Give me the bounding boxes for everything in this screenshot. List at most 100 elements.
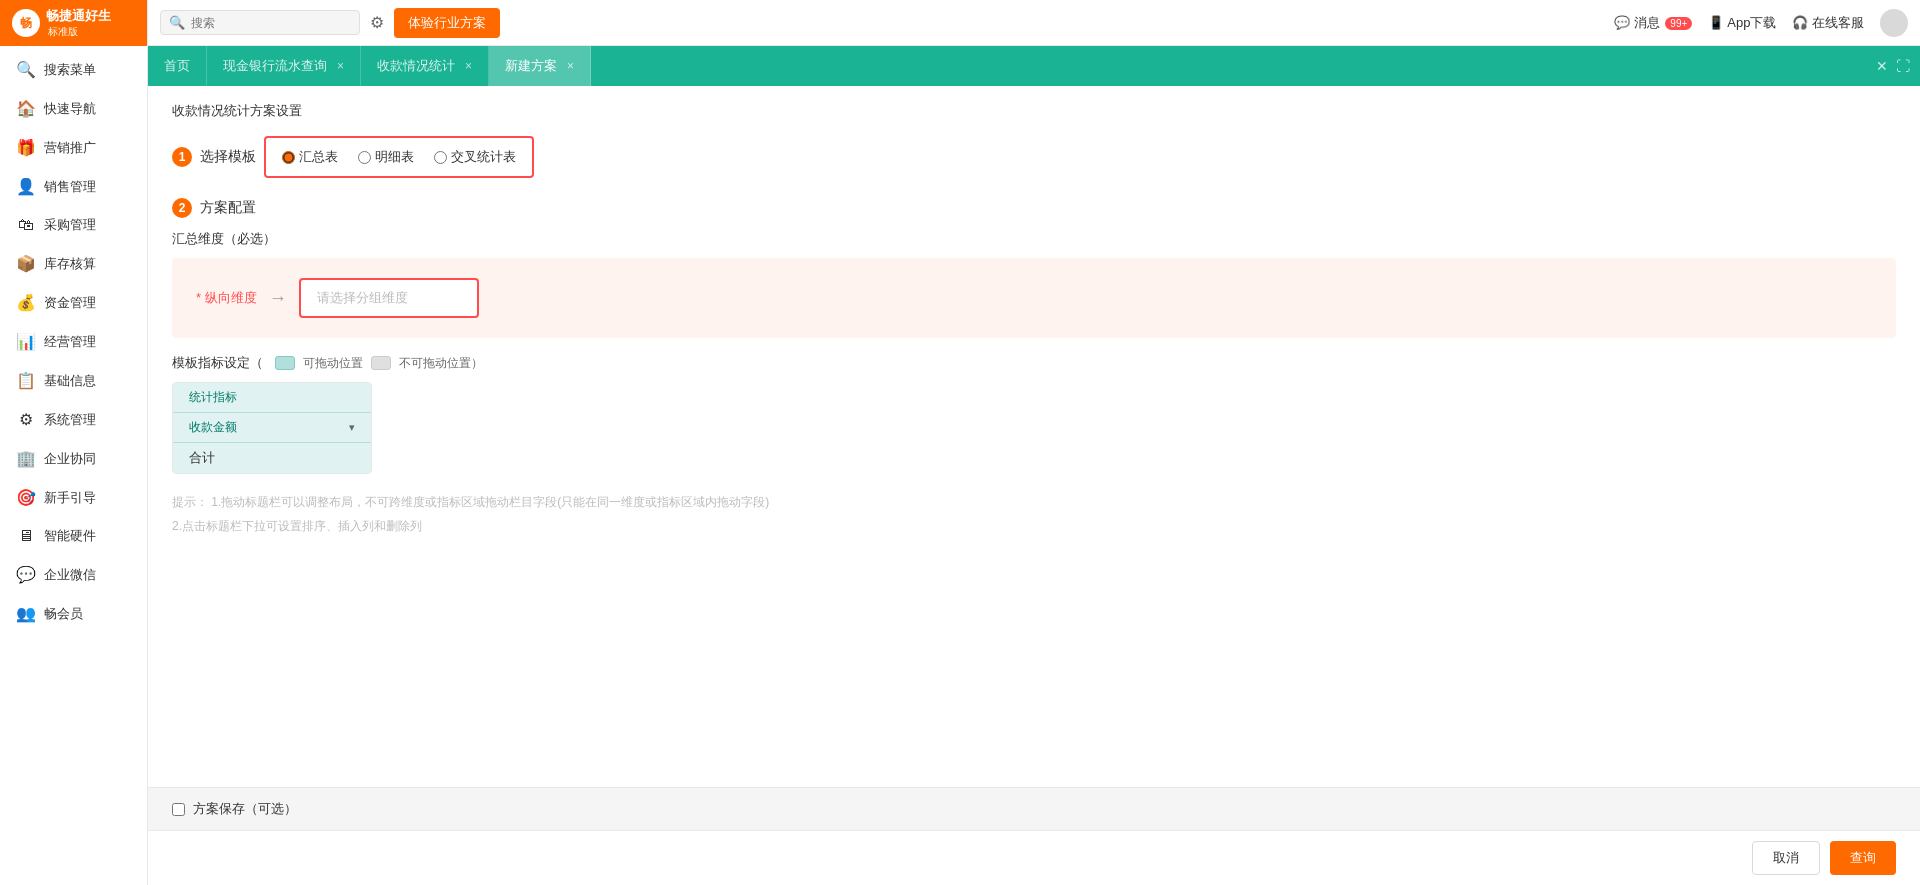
radio-detail[interactable]: 明细表 (358, 148, 414, 166)
sidebar-item-enterprise-wechat[interactable]: 💬 企业微信 (0, 555, 147, 594)
sales-label: 销售管理 (44, 178, 96, 196)
operations-icon: 📊 (16, 332, 36, 351)
logo-icon: 畅 (12, 9, 40, 37)
tab-label-home: 首页 (164, 57, 190, 75)
tab-bank-flow[interactable]: 现金银行流水查询 × (207, 46, 361, 86)
sidebar-item-smart-hardware[interactable]: 🖥 智能硬件 (0, 517, 147, 555)
cancel-button[interactable]: 取消 (1752, 841, 1820, 875)
support-area[interactable]: 🎧 在线客服 (1792, 14, 1864, 32)
sidebar-item-purchase[interactable]: 🛍采购管理 (0, 206, 147, 244)
quick-nav-label: 快速导航 (44, 100, 96, 118)
radio-summary[interactable]: 汇总表 (282, 148, 338, 166)
non-draggable-legend-label: 不可拖动位置） (399, 355, 483, 372)
sidebar-nav: 🔍搜索菜单🏠快速导航🎁营销推广👤销售管理🛍采购管理📦库存核算💰资金管理📊经营管理… (0, 46, 147, 885)
tab-label-receipt-stats: 收款情况统计 (377, 57, 455, 75)
enterprise-collab-label: 企业协同 (44, 450, 96, 468)
purchase-label: 采购管理 (44, 216, 96, 234)
tab-close-new-plan[interactable]: × (567, 59, 574, 73)
sidebar-item-enterprise-collab[interactable]: 🏢企业协同 (0, 439, 147, 478)
notification-label: 消息 (1634, 15, 1660, 30)
notification-icon: 💬 (1614, 15, 1630, 30)
tab-close-receipt-stats[interactable]: × (465, 59, 472, 73)
indicator-dropdown-icon[interactable]: ▾ (349, 421, 355, 434)
radio-summary-input[interactable] (282, 151, 295, 164)
member-label: 畅会员 (44, 605, 83, 623)
notification-badge: 99+ (1665, 17, 1692, 30)
gear-icon[interactable]: ⚙ (370, 13, 384, 32)
radio-cross[interactable]: 交叉统计表 (434, 148, 516, 166)
close-window-icon[interactable]: ✕ (1876, 58, 1888, 74)
sidebar-item-marketing[interactable]: 🎁营销推广 (0, 128, 147, 167)
main-area: 🔍 ⚙ 体验行业方案 💬 消息 99+ 📱 App下载 🎧 在线客服 首页 (148, 0, 1920, 885)
indicator-column-name: 收款金额 (189, 419, 237, 436)
tabbar: 首页 现金银行流水查询 × 收款情况统计 × 新建方案 × ✕ ⛶ (148, 46, 1920, 86)
inventory-icon: 📦 (16, 254, 36, 273)
tab-label-bank-flow: 现金银行流水查询 (223, 57, 327, 75)
sidebar-item-quick-nav[interactable]: 🏠快速导航 (0, 89, 147, 128)
support-label: 在线客服 (1812, 15, 1864, 30)
sidebar-item-sales[interactable]: 👤销售管理 (0, 167, 147, 206)
indicator-section-label: 统计指标 (189, 389, 237, 406)
enterprise-wechat-icon: 💬 (16, 565, 36, 584)
search-icon: 🔍 (169, 15, 185, 30)
maximize-icon[interactable]: ⛶ (1896, 58, 1910, 74)
basic-info-icon: 📋 (16, 371, 36, 390)
step1-title: 选择模板 (200, 148, 256, 166)
non-draggable-legend-box (371, 356, 391, 370)
tab-new-plan[interactable]: 新建方案 × (489, 46, 591, 86)
sidebar-item-funds[interactable]: 💰资金管理 (0, 283, 147, 322)
topbar-right: 💬 消息 99+ 📱 App下载 🎧 在线客服 (1614, 9, 1908, 37)
dim-row: 纵向维度 → 请选择分组维度 (196, 278, 479, 318)
step2-title: 方案配置 (200, 199, 256, 217)
radio-cross-input[interactable] (434, 151, 447, 164)
radio-detail-input[interactable] (358, 151, 371, 164)
notification-area[interactable]: 💬 消息 99+ (1614, 14, 1692, 32)
sidebar-item-basic-info[interactable]: 📋基础信息 (0, 361, 147, 400)
tab-close-bank-flow[interactable]: × (337, 59, 344, 73)
step2-badge: 2 (172, 198, 192, 218)
tab-home[interactable]: 首页 (148, 46, 207, 86)
download-label: App下载 (1727, 15, 1776, 30)
vertical-dim-label: 纵向维度 (196, 289, 257, 307)
query-button[interactable]: 查询 (1830, 841, 1896, 875)
download-icon: 📱 (1708, 15, 1724, 30)
radio-summary-label: 汇总表 (299, 148, 338, 166)
step1-section: 1 选择模板 汇总表 明细表 交叉统计表 (172, 136, 1896, 178)
content-area: 收款情况统计方案设置 1 选择模板 汇总表 明细表 (148, 86, 1920, 787)
indicator-section-header: 统计指标 (173, 383, 371, 413)
hint-2: 2.点击标题栏下拉可设置排序、插入列和删除列 (172, 514, 1896, 538)
marketing-icon: 🎁 (16, 138, 36, 157)
sidebar-item-inventory[interactable]: 📦库存核算 (0, 244, 147, 283)
sidebar-item-search-menu[interactable]: 🔍搜索菜单 (0, 50, 147, 89)
save-label: 方案保存（可选） (193, 800, 297, 818)
industry-btn[interactable]: 体验行业方案 (394, 8, 500, 38)
system-label: 系统管理 (44, 411, 96, 429)
sidebar-item-operations[interactable]: 📊经营管理 (0, 322, 147, 361)
save-checkbox[interactable] (172, 803, 185, 816)
sidebar: 畅 畅捷通好生 标准版 🔍搜索菜单🏠快速导航🎁营销推广👤销售管理🛍采购管理📦库存… (0, 0, 148, 885)
radio-cross-label: 交叉统计表 (451, 148, 516, 166)
tab-label-new-plan: 新建方案 (505, 57, 557, 75)
enterprise-wechat-label: 企业微信 (44, 566, 96, 584)
content-inner: 收款情况统计方案设置 1 选择模板 汇总表 明细表 (148, 86, 1920, 787)
sidebar-item-member[interactable]: 👥畅会员 (0, 594, 147, 633)
newbie-guide-label: 新手引导 (44, 489, 96, 507)
sidebar-item-newbie-guide[interactable]: 🎯 新手引导 (0, 478, 147, 517)
sidebar-item-system[interactable]: ⚙系统管理 (0, 400, 147, 439)
indicator-column-header[interactable]: 收款金额 ▾ (173, 413, 371, 443)
logo-text: 畅捷通好生 (46, 7, 111, 25)
draggable-legend-box (275, 356, 295, 370)
dim-select-box[interactable]: 请选择分组维度 (299, 278, 479, 318)
search-input[interactable] (191, 16, 341, 30)
download-area[interactable]: 📱 App下载 (1708, 14, 1776, 32)
user-avatar[interactable] (1880, 9, 1908, 37)
hint-section: 提示： 1.拖动标题栏可以调整布局，不可跨维度或指标区域拖动栏目字段(只能在同一… (172, 490, 1896, 538)
newbie-guide-icon: 🎯 (16, 488, 36, 507)
funds-icon: 💰 (16, 293, 36, 312)
search-box[interactable]: 🔍 (160, 10, 360, 35)
smart-hardware-label: 智能硬件 (44, 527, 96, 545)
tab-receipt-stats[interactable]: 收款情况统计 × (361, 46, 489, 86)
search-menu-label: 搜索菜单 (44, 61, 96, 79)
topbar: 🔍 ⚙ 体验行业方案 💬 消息 99+ 📱 App下载 🎧 在线客服 (148, 0, 1920, 46)
smart-hardware-icon: 🖥 (16, 527, 36, 545)
